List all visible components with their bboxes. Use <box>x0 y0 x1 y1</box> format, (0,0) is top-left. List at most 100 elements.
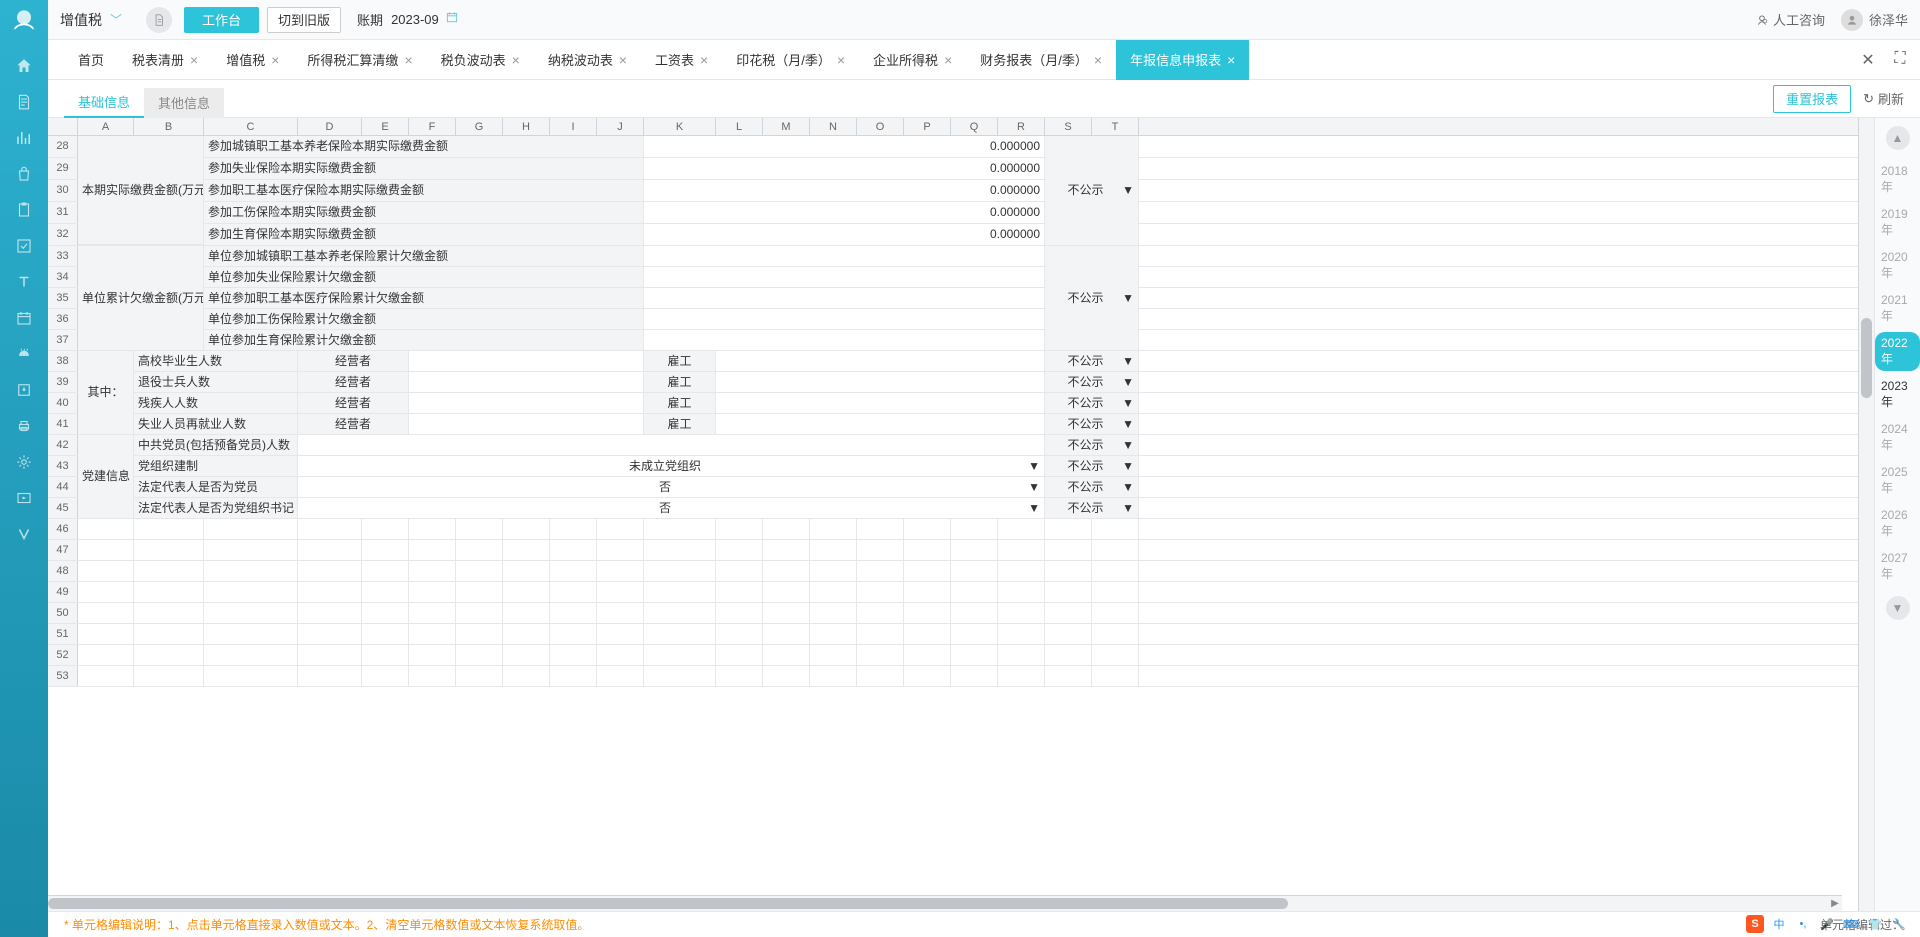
empty-cell[interactable] <box>810 624 857 644</box>
empty-cell[interactable] <box>597 519 644 539</box>
row-header[interactable]: 48 <box>48 561 78 581</box>
display-cell[interactable]: 不公示▼ <box>1045 393 1139 413</box>
row-header[interactable]: 31 <box>48 202 78 223</box>
empty-cell[interactable] <box>904 561 951 581</box>
empty-cell[interactable] <box>857 645 904 665</box>
row-header[interactable]: 35 <box>48 288 78 308</box>
nav-settings[interactable] <box>0 444 48 480</box>
empty-cell[interactable] <box>204 666 298 686</box>
year-2020年[interactable]: 2020年 <box>1875 246 1920 285</box>
empty-cell[interactable] <box>810 603 857 623</box>
col-header-R[interactable]: R <box>998 118 1045 135</box>
empty-cell[interactable] <box>644 561 716 581</box>
empty-cell[interactable] <box>644 666 716 686</box>
dropdown-icon[interactable]: ▼ <box>1028 477 1040 497</box>
tab-8[interactable]: 企业所得税× <box>859 40 966 80</box>
empty-cell[interactable] <box>951 624 998 644</box>
empty-cell[interactable] <box>810 582 857 602</box>
row-header[interactable]: 30 <box>48 180 78 201</box>
empty-cell[interactable] <box>204 624 298 644</box>
vertical-scrollbar[interactable] <box>1858 118 1874 911</box>
empty-cell[interactable] <box>951 519 998 539</box>
row-header[interactable]: 29 <box>48 158 78 179</box>
empty-cell[interactable] <box>456 603 503 623</box>
empty-cell[interactable] <box>204 645 298 665</box>
col-header-S[interactable]: S <box>1045 118 1092 135</box>
tab-7[interactable]: 印花税（月/季）× <box>722 40 859 80</box>
close-icon[interactable]: × <box>190 52 198 68</box>
nav-clipboard[interactable] <box>0 192 48 228</box>
empty-cell[interactable] <box>550 603 597 623</box>
reset-button[interactable]: 重置报表 <box>1773 85 1851 113</box>
value-cell[interactable] <box>298 435 1045 455</box>
row-header[interactable]: 50 <box>48 603 78 623</box>
subtab-other[interactable]: 其他信息 <box>144 88 224 118</box>
empty-cell[interactable] <box>1045 561 1092 581</box>
empty-cell[interactable] <box>78 645 134 665</box>
empty-cell[interactable] <box>904 582 951 602</box>
value-cell[interactable]: 0.000000 <box>644 224 1045 245</box>
empty-cell[interactable] <box>597 582 644 602</box>
row-header[interactable]: 37 <box>48 330 78 350</box>
empty-cell[interactable] <box>78 582 134 602</box>
empty-cell[interactable] <box>298 666 362 686</box>
value-cell[interactable]: 0.000000 <box>644 180 1045 201</box>
scroll-right-icon[interactable]: ▶ <box>1828 896 1842 911</box>
value-cell[interactable] <box>644 267 1045 287</box>
empty-cell[interactable] <box>298 540 362 560</box>
empty-cell[interactable] <box>1092 645 1139 665</box>
empty-cell[interactable] <box>298 561 362 581</box>
empty-cell[interactable] <box>644 603 716 623</box>
empty-cell[interactable] <box>998 540 1045 560</box>
empty-cell[interactable] <box>716 624 763 644</box>
empty-cell[interactable] <box>597 624 644 644</box>
dropdown-icon[interactable]: ▼ <box>1122 372 1134 392</box>
empty-cell[interactable] <box>134 666 204 686</box>
ime-tool-icon[interactable]: 🔧 <box>1890 915 1908 933</box>
empty-cell[interactable] <box>1092 666 1139 686</box>
col-header-C[interactable]: C <box>204 118 298 135</box>
tab-1[interactable]: 税表清册× <box>118 40 212 80</box>
value-cell[interactable] <box>716 372 1045 392</box>
empty-cell[interactable] <box>78 666 134 686</box>
nav-docs[interactable] <box>0 84 48 120</box>
nav-video[interactable] <box>0 480 48 516</box>
empty-cell[interactable] <box>857 561 904 581</box>
row-header[interactable]: 33 <box>48 246 78 266</box>
period-value[interactable]: 2023-09 <box>391 12 439 27</box>
empty-cell[interactable] <box>998 561 1045 581</box>
empty-cell[interactable] <box>1092 603 1139 623</box>
empty-cell[interactable] <box>409 561 456 581</box>
empty-cell[interactable] <box>204 540 298 560</box>
close-icon[interactable]: × <box>404 52 412 68</box>
year-2022年[interactable]: 2022年 <box>1875 332 1920 371</box>
empty-cell[interactable] <box>362 603 409 623</box>
col-header-J[interactable]: J <box>597 118 644 135</box>
empty-cell[interactable] <box>1045 519 1092 539</box>
empty-cell[interactable] <box>904 540 951 560</box>
year-2027年[interactable]: 2027年 <box>1875 547 1920 586</box>
year-2019年[interactable]: 2019年 <box>1875 203 1920 242</box>
display-cell[interactable]: 不公示▼ <box>1045 477 1139 497</box>
nav-report[interactable] <box>0 228 48 264</box>
close-icon[interactable]: × <box>1094 52 1102 68</box>
workbench-button[interactable]: 工作台 <box>184 7 259 33</box>
empty-cell[interactable] <box>134 519 204 539</box>
empty-cell[interactable] <box>951 561 998 581</box>
value-cell[interactable] <box>409 372 644 392</box>
empty-cell[interactable] <box>904 645 951 665</box>
empty-cell[interactable] <box>998 519 1045 539</box>
empty-cell[interactable] <box>763 645 810 665</box>
empty-cell[interactable] <box>409 645 456 665</box>
dropdown-icon[interactable]: ▼ <box>1028 456 1040 476</box>
empty-cell[interactable] <box>204 561 298 581</box>
value-cell[interactable] <box>409 351 644 371</box>
empty-cell[interactable] <box>716 561 763 581</box>
row-header[interactable]: 51 <box>48 624 78 644</box>
empty-cell[interactable] <box>503 624 550 644</box>
ime-cn-icon[interactable]: 中 <box>1770 915 1788 933</box>
empty-cell[interactable] <box>409 603 456 623</box>
nav-chart[interactable] <box>0 120 48 156</box>
empty-cell[interactable] <box>763 666 810 686</box>
col-header-F[interactable]: F <box>409 118 456 135</box>
